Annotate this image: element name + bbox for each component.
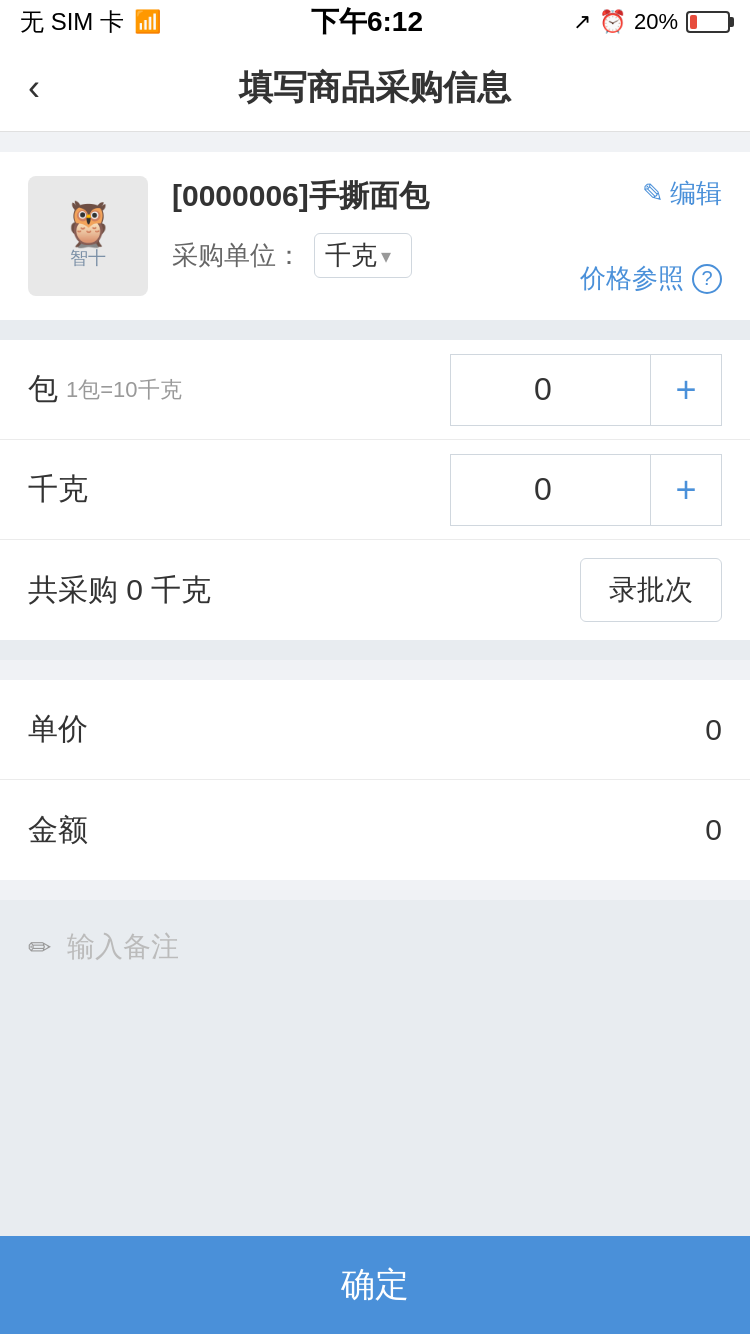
kg-qty-input[interactable] bbox=[450, 454, 650, 526]
price-ref-label: 价格参照 bbox=[580, 261, 684, 296]
bag-plus-button[interactable]: + bbox=[650, 354, 722, 426]
confirm-button[interactable]: 确定 bbox=[0, 1236, 750, 1334]
edit-label: 编辑 bbox=[670, 176, 722, 211]
price-section: 单价 0 金额 0 bbox=[0, 680, 750, 880]
section-divider-1 bbox=[0, 320, 750, 340]
confirm-label: 确定 bbox=[341, 1262, 409, 1308]
status-time: 下午6:12 bbox=[311, 3, 423, 41]
chevron-down-icon: ▾ bbox=[381, 244, 391, 268]
kg-qty-wrapper: + bbox=[450, 454, 722, 526]
pencil-icon: ✏ bbox=[28, 931, 51, 964]
battery-icon bbox=[686, 11, 730, 33]
status-bar: 无 SIM 卡 📶 下午6:12 ↗ ⏰ 20% bbox=[0, 0, 750, 44]
amount-row: 金额 0 bbox=[0, 780, 750, 880]
kg-plus-button[interactable]: + bbox=[650, 454, 722, 526]
bag-qty-input[interactable] bbox=[450, 354, 650, 426]
carrier-text: 无 SIM 卡 bbox=[20, 6, 124, 38]
battery-percent: 20% bbox=[634, 9, 678, 35]
section-divider-2 bbox=[0, 640, 750, 660]
product-card: 🦉 智十 [0000006]手撕面包 采购单位： 千克 ▾ ✎ 编辑 价格参照 … bbox=[0, 152, 750, 320]
unit-value: 千克 bbox=[325, 238, 377, 273]
product-image: 🦉 智十 bbox=[28, 176, 148, 296]
back-button[interactable]: ‹ bbox=[28, 67, 40, 109]
unit-price-row: 单价 0 bbox=[0, 680, 750, 780]
status-left: 无 SIM 卡 📶 bbox=[20, 6, 161, 38]
bag-input-row: 包 1包=10千克 + bbox=[0, 340, 750, 440]
unit-price-label: 单价 bbox=[28, 709, 705, 750]
page-title: 填写商品采购信息 bbox=[239, 65, 511, 111]
help-icon: ? bbox=[692, 264, 722, 294]
bag-sublabel: 1包=10千克 bbox=[66, 375, 182, 405]
kg-label: 千克 bbox=[28, 469, 88, 510]
alarm-icon: ⏰ bbox=[599, 9, 626, 35]
kg-input-row: 千克 + bbox=[0, 440, 750, 540]
summary-row: 共采购 0 千克 录批次 bbox=[0, 540, 750, 640]
bag-label: 包 bbox=[28, 369, 58, 410]
location-icon: ↗ bbox=[573, 9, 591, 35]
nav-bar: ‹ 填写商品采购信息 bbox=[0, 44, 750, 132]
unit-select[interactable]: 千克 ▾ bbox=[314, 233, 412, 278]
unit-price-value: 0 bbox=[705, 713, 722, 747]
wifi-icon: 📶 bbox=[134, 9, 161, 35]
unit-label: 采购单位： bbox=[172, 238, 302, 273]
product-logo-sub: 智十 bbox=[61, 246, 116, 270]
status-right: ↗ ⏰ 20% bbox=[573, 9, 730, 35]
remark-section[interactable]: ✏ 输入备注 bbox=[0, 900, 750, 994]
batch-button[interactable]: 录批次 bbox=[580, 558, 722, 622]
edit-button[interactable]: ✎ 编辑 bbox=[642, 176, 722, 211]
input-section: 包 1包=10千克 + 千克 + bbox=[0, 340, 750, 540]
product-logo: 🦉 bbox=[61, 202, 116, 246]
price-ref-button[interactable]: 价格参照 ? bbox=[580, 261, 722, 296]
product-name: [0000006]手撕面包 bbox=[172, 176, 722, 217]
amount-value: 0 bbox=[705, 813, 722, 847]
summary-text: 共采购 0 千克 bbox=[28, 570, 580, 611]
amount-label: 金额 bbox=[28, 810, 705, 851]
remark-placeholder: 输入备注 bbox=[67, 928, 179, 966]
edit-icon: ✎ bbox=[642, 178, 664, 209]
bag-qty-wrapper: + bbox=[450, 354, 722, 426]
